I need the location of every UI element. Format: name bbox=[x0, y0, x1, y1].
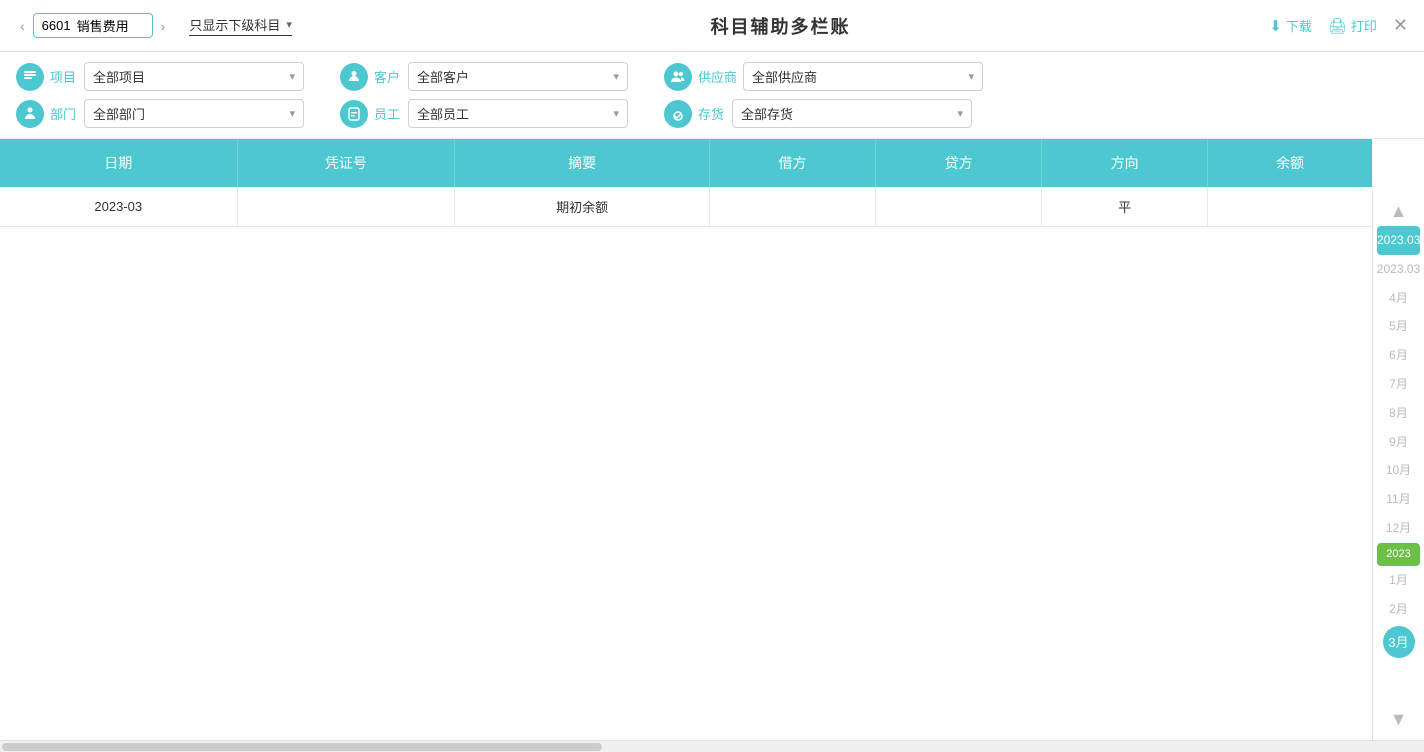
supplier-select-arrow: ▾ bbox=[968, 70, 974, 83]
customer-label: 客户 bbox=[374, 67, 402, 86]
period-5[interactable]: 5月 bbox=[1373, 312, 1424, 341]
col-debit: 借方 bbox=[709, 139, 875, 187]
col-date: 日期 bbox=[0, 139, 237, 187]
period-10[interactable]: 10月 bbox=[1373, 456, 1424, 485]
filter-item-project: 项目 全部项目 ▾ bbox=[16, 62, 304, 91]
show-sub-label: 只显示下级科目 bbox=[189, 15, 280, 34]
year-2023-badge[interactable]: 2023 bbox=[1377, 543, 1420, 566]
top-actions: ⬇ 下载 🖨 打印 bbox=[1269, 16, 1377, 35]
period-9[interactable]: 9月 bbox=[1373, 428, 1424, 457]
employee-select-arrow: ▾ bbox=[613, 107, 619, 120]
horizontal-scrollbar[interactable] bbox=[0, 740, 1424, 752]
period-3-active[interactable]: 3月 bbox=[1383, 626, 1415, 658]
customer-select-value: 全部客户 bbox=[417, 67, 469, 86]
top-bar: ‹ 6601 销售费用 › 只显示下级科目 ▾ 科目辅助多栏账 ⬇ 下载 🖨 打… bbox=[0, 0, 1424, 52]
department-icon bbox=[16, 100, 44, 128]
inventory-select[interactable]: 全部存货 ▾ bbox=[732, 99, 972, 128]
period-3-container: 3月 bbox=[1373, 624, 1424, 660]
download-button[interactable]: ⬇ 下载 bbox=[1269, 16, 1312, 35]
filter-area: 项目 全部项目 ▾ 客户 全部客户 ▾ bbox=[0, 52, 1424, 139]
period-1[interactable]: 1月 bbox=[1373, 566, 1424, 595]
close-button[interactable]: ✕ bbox=[1393, 15, 1408, 36]
right-panel: ▲ 2023.03 2023.03 4月 5月 6月 7月 8月 9月 10月 … bbox=[1372, 191, 1424, 740]
department-label: 部门 bbox=[50, 104, 78, 123]
filter-item-department: 部门 全部部门 ▾ bbox=[16, 99, 304, 128]
download-label: 下载 bbox=[1286, 16, 1312, 35]
department-select-value: 全部部门 bbox=[93, 104, 145, 123]
print-icon: 🖨 bbox=[1328, 17, 1347, 35]
ledger-table: 日期 凭证号 摘要 借方 贷方 方向 余额 2023-03 期初余额 bbox=[0, 139, 1372, 227]
nav-prev-button[interactable]: ‹ bbox=[16, 16, 29, 36]
period-11[interactable]: 11月 bbox=[1373, 485, 1424, 514]
period-8[interactable]: 8月 bbox=[1373, 399, 1424, 428]
inventory-select-value: 全部存货 bbox=[741, 104, 793, 123]
supplier-label: 供应商 bbox=[698, 67, 737, 86]
cell-direction: 平 bbox=[1042, 187, 1208, 227]
period-12[interactable]: 12月 bbox=[1373, 514, 1424, 543]
print-button[interactable]: 🖨 打印 bbox=[1328, 16, 1377, 35]
show-sub-button[interactable]: 只显示下级科目 ▾ bbox=[189, 15, 292, 36]
cell-voucher bbox=[237, 187, 455, 227]
period-label: 2023.03 bbox=[1377, 262, 1420, 276]
nav-next-button[interactable]: › bbox=[157, 16, 170, 36]
page-title: 科目辅助多栏账 bbox=[292, 13, 1269, 39]
scroll-up-button[interactable]: ▲ bbox=[1390, 197, 1408, 226]
employee-select-value: 全部员工 bbox=[417, 104, 469, 123]
col-balance: 余额 bbox=[1208, 139, 1372, 187]
account-code: 6601 bbox=[42, 18, 71, 33]
customer-select-arrow: ▾ bbox=[613, 70, 619, 83]
period-6[interactable]: 6月 bbox=[1373, 341, 1424, 370]
download-icon: ⬇ bbox=[1269, 17, 1282, 35]
project-select-value: 全部项目 bbox=[93, 67, 145, 86]
col-credit: 贷方 bbox=[876, 139, 1042, 187]
account-name: 销售费用 bbox=[77, 16, 129, 35]
scrollbar-thumb[interactable] bbox=[2, 743, 602, 751]
cell-balance bbox=[1208, 187, 1372, 227]
filter-item-customer: 客户 全部客户 ▾ bbox=[340, 62, 628, 91]
cell-summary: 期初余额 bbox=[455, 187, 710, 227]
period-2[interactable]: 2月 bbox=[1373, 595, 1424, 624]
project-icon bbox=[16, 63, 44, 91]
print-label: 打印 bbox=[1351, 16, 1377, 35]
filter-item-inventory: 存货 全部存货 ▾ bbox=[664, 99, 972, 128]
table-header-row: 日期 凭证号 摘要 借方 贷方 方向 余额 bbox=[0, 139, 1372, 187]
supplier-select[interactable]: 全部供应商 ▾ bbox=[743, 62, 983, 91]
project-label: 项目 bbox=[50, 67, 78, 86]
col-voucher: 凭证号 bbox=[237, 139, 455, 187]
inventory-select-arrow: ▾ bbox=[957, 107, 963, 120]
period-7[interactable]: 7月 bbox=[1373, 370, 1424, 399]
filter-item-supplier: 供应商 全部供应商 ▾ bbox=[664, 62, 983, 91]
filter-item-employee: 员工 全部员工 ▾ bbox=[340, 99, 628, 128]
department-select-arrow: ▾ bbox=[289, 107, 295, 120]
inventory-icon bbox=[664, 100, 692, 128]
col-direction: 方向 bbox=[1042, 139, 1208, 187]
cell-credit bbox=[876, 187, 1042, 227]
period-label: 2023.03 bbox=[1377, 233, 1420, 247]
filter-row-1: 项目 全部项目 ▾ 客户 全部客户 ▾ bbox=[16, 62, 1408, 91]
supplier-select-value: 全部供应商 bbox=[752, 67, 817, 86]
employee-select[interactable]: 全部员工 ▾ bbox=[408, 99, 628, 128]
employee-label: 员工 bbox=[374, 104, 402, 123]
period-2023-03[interactable]: 2023.03 bbox=[1373, 255, 1424, 284]
department-select[interactable]: 全部部门 ▾ bbox=[84, 99, 304, 128]
customer-select[interactable]: 全部客户 ▾ bbox=[408, 62, 628, 91]
filter-row-2: 部门 全部部门 ▾ 员工 全部员工 ▾ bbox=[16, 99, 1408, 128]
table-main: 日期 凭证号 摘要 借方 贷方 方向 余额 2023-03 期初余额 bbox=[0, 139, 1372, 740]
table-row: 2023-03 期初余额 平 bbox=[0, 187, 1372, 227]
customer-icon bbox=[340, 63, 368, 91]
account-code-box: 6601 销售费用 bbox=[33, 13, 153, 38]
scroll-down-button[interactable]: ▼ bbox=[1390, 705, 1408, 734]
inventory-label: 存货 bbox=[698, 104, 726, 123]
employee-icon bbox=[340, 100, 368, 128]
project-select-arrow: ▾ bbox=[289, 70, 295, 83]
period-4[interactable]: 4月 bbox=[1373, 284, 1424, 313]
cell-debit bbox=[709, 187, 875, 227]
supplier-icon bbox=[664, 63, 692, 91]
period-2023-03-top[interactable]: 2023.03 bbox=[1377, 226, 1420, 255]
cell-date: 2023-03 bbox=[0, 187, 237, 227]
main-window: ‹ 6601 销售费用 › 只显示下级科目 ▾ 科目辅助多栏账 ⬇ 下载 🖨 打… bbox=[0, 0, 1424, 752]
project-select[interactable]: 全部项目 ▾ bbox=[84, 62, 304, 91]
col-summary: 摘要 bbox=[455, 139, 710, 187]
